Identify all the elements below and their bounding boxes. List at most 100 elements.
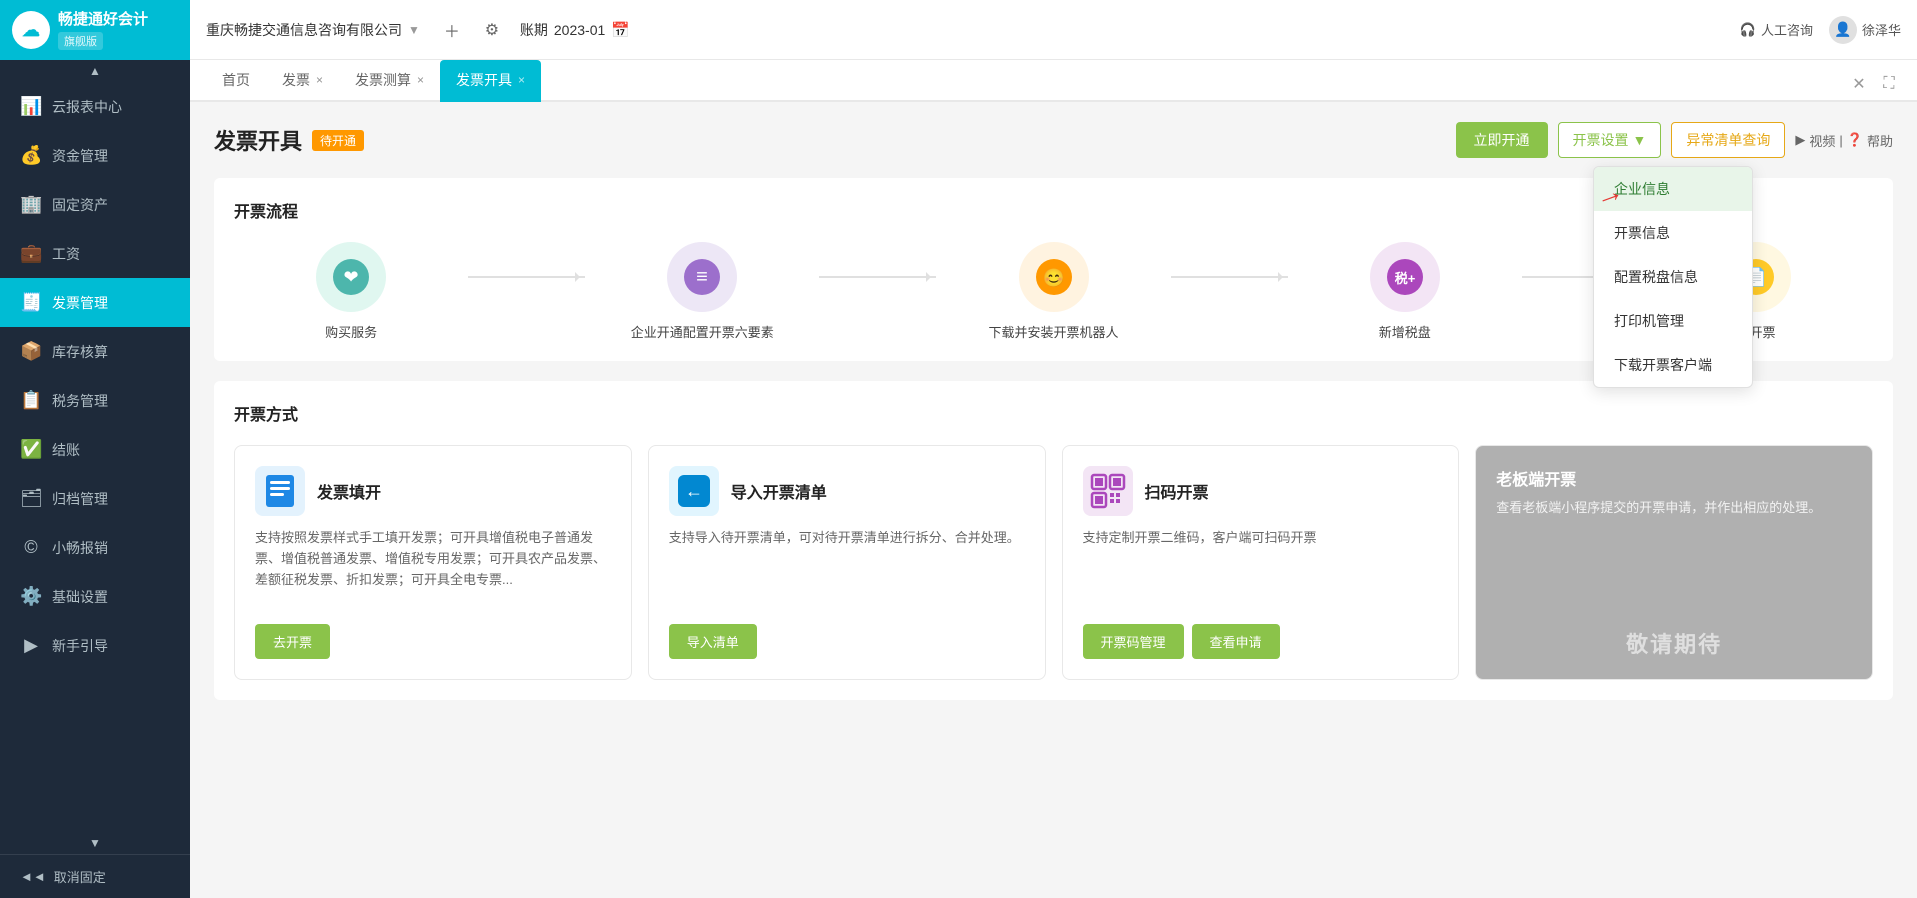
billing-card-boss-title: 老板端开票 [1496, 466, 1852, 490]
billing-card-scan-footer: 开票码管理 查看申请 [1083, 624, 1439, 659]
sidebar-item-yunbao[interactable]: 📊 云报表中心 [0, 82, 190, 131]
tab-fapiaokaiju[interactable]: 发票开具 × [440, 60, 541, 102]
scan-view-apply-button[interactable]: 查看申请 [1192, 624, 1280, 659]
dropdown-item-peizhi-shuipan[interactable]: 配置税盘信息 [1594, 255, 1752, 299]
sidebar-scroll-up[interactable]: ▲ [0, 60, 190, 82]
main-area: 重庆畅捷交通信息咨询有限公司 ▼ ＋ ⚙ 账期 2023-01 📅 🎧 人工咨询… [190, 0, 1917, 898]
dropdown-item-dayin-guanli[interactable]: 打印机管理 [1594, 299, 1752, 343]
exception-button-label: 异常清单查询 [1686, 130, 1770, 150]
logo-text-block: 畅捷通好会计 旗舰版 [58, 10, 148, 50]
username-text: 徐泽华 [1862, 20, 1901, 39]
tab-fapiaokaiju-close[interactable]: × [518, 73, 525, 87]
tab-home-label: 首页 [222, 70, 250, 90]
company-name: 重庆畅捷交通信息咨询有限公司 [206, 20, 402, 40]
tab-fapiaocesuan-close[interactable]: × [417, 73, 424, 87]
topbar-actions: ＋ ⚙ [436, 14, 508, 46]
video-help-button[interactable]: ▶ 视频 | ❓ 帮助 [1795, 131, 1893, 150]
logo-edition: 旗舰版 [58, 32, 103, 50]
page-title-row: 发票开具 待开通 [214, 124, 364, 156]
billing-card-manual-header: 发票填开 [255, 466, 611, 516]
tab-fapiao-close[interactable]: × [316, 73, 323, 87]
billing-card-manual: 发票填开 支持按照发票样式手工填开发票；可开具增值税电子普通发票、增值税普通发票… [234, 445, 632, 680]
sidebar-item-xiaochang-label: 小畅报销 [52, 538, 108, 558]
scan-code-manage-button[interactable]: 开票码管理 [1083, 624, 1184, 659]
tab-home[interactable]: 首页 [206, 60, 266, 102]
sidebar-item-xiaochang[interactable]: © 小畅报销 [0, 523, 190, 572]
page-header: 发票开具 待开通 立即开通 开票设置 ▼ 异常清单查询 ▶ 视频 | ❓ 帮助 [214, 122, 1893, 158]
flow-step-buy: ❤ 购买服务 [234, 242, 468, 341]
topbar-right: 🎧 人工咨询 👤 徐泽华 [1740, 16, 1901, 44]
accounting-period: 账期 2023-01 📅 [520, 20, 630, 40]
sidebar-item-yunbao-label: 云报表中心 [52, 97, 122, 117]
billing-card-boss-overlay: 敬请期待 [1476, 627, 1872, 659]
flow-step-taxdisk: 税+ 新增税盘 [1288, 242, 1522, 341]
company-dropdown-icon: ▼ [408, 23, 420, 37]
sidebar-nav: 📊 云报表中心 💰 资金管理 🏢 固定资产 💼 工资 🧾 发票管理 📦 库存核算… [0, 82, 190, 832]
settings-button-label: 开票设置 [1573, 130, 1629, 150]
sidebar-item-guidang[interactable]: 🗂 归档管理 [0, 474, 190, 523]
settings-dropdown-icon: ▼ [1633, 132, 1647, 148]
tab-fapiao[interactable]: 发票 × [266, 60, 339, 102]
billing-card-scan-desc: 支持定制开票二维码，客户端可扫码开票 [1083, 528, 1439, 608]
activate-button[interactable]: 立即开通 [1456, 122, 1548, 158]
sidebar-item-xinshou[interactable]: ▶ 新手引导 [0, 621, 190, 670]
service-label: 人工咨询 [1761, 20, 1813, 39]
headset-icon: 🎧 [1740, 22, 1756, 38]
billing-card-scan-icon [1083, 466, 1133, 516]
tab-fapiaocesuan-label: 发票测算 [355, 70, 411, 90]
sidebar-item-jiezhang[interactable]: ✅ 结账 [0, 425, 190, 474]
cancel-pin-icon: ◄◄ [20, 869, 46, 884]
tabbar: 首页 发票 × 发票测算 × 发票开具 × ✕ ⛶ [190, 60, 1917, 102]
sidebar-item-fapiao[interactable]: 🧾 发票管理 [0, 278, 190, 327]
xinshou-icon: ▶ [20, 635, 42, 656]
svg-text:←: ← [685, 481, 703, 501]
flow-step-config-label: 企业开通配置开票六要素 [631, 322, 774, 341]
zijin-icon: 💰 [20, 145, 42, 166]
sidebar-item-gongzi[interactable]: 💼 工资 [0, 229, 190, 278]
period-label: 账期 [520, 20, 548, 40]
settings-icon-button[interactable]: ⚙ [476, 14, 508, 46]
sidebar-item-gudingzichan-label: 固定资产 [52, 195, 108, 215]
guidang-icon: 🗂 [20, 488, 42, 509]
company-selector[interactable]: 重庆畅捷交通信息咨询有限公司 ▼ [206, 20, 420, 40]
settings-button[interactable]: 开票设置 ▼ [1558, 122, 1662, 158]
sidebar-scroll-down[interactable]: ▼ [0, 832, 190, 854]
billing-section-title: 开票方式 [234, 401, 1873, 425]
jiezhang-icon: ✅ [20, 439, 42, 460]
sidebar-item-xinshou-label: 新手引导 [52, 636, 108, 656]
billing-card-import-header: ← 导入开票清单 [669, 466, 1025, 516]
import-list-button[interactable]: 导入清单 [669, 624, 757, 659]
billing-card-import-footer: 导入清单 [669, 624, 1025, 659]
tab-fapiao-label: 发票 [282, 70, 310, 90]
window-close-button[interactable]: ✕ [1847, 72, 1871, 96]
dropdown-item-xiazai-kehu[interactable]: 下载开票客户端 [1594, 343, 1752, 387]
billing-methods-grid: 发票填开 支持按照发票样式手工填开发票；可开具增值税电子普通发票、增值税普通发票… [234, 445, 1873, 680]
sidebar-cancel-pin[interactable]: ◄◄ 取消固定 [0, 855, 190, 898]
user-name-button[interactable]: 👤 徐泽华 [1829, 16, 1901, 44]
sidebar-item-shuiwu[interactable]: 📋 税务管理 [0, 376, 190, 425]
sidebar-item-kucun[interactable]: 📦 库存核算 [0, 327, 190, 376]
add-tab-button[interactable]: ＋ [436, 14, 468, 46]
sidebar: ☁ 畅捷通好会计 旗舰版 ▲ 📊 云报表中心 💰 资金管理 🏢 固定资产 💼 工… [0, 0, 190, 898]
sidebar-item-gudingzichan[interactable]: 🏢 固定资产 [0, 180, 190, 229]
status-badge: 待开通 [312, 130, 364, 151]
sidebar-item-zijin[interactable]: 💰 资金管理 [0, 131, 190, 180]
flow-step-buy-label: 购买服务 [325, 322, 377, 341]
svg-text:税+: 税+ [1394, 271, 1415, 286]
tab-fapiaocesuan[interactable]: 发票测算 × [339, 60, 440, 102]
svg-text:❤: ❤ [344, 267, 359, 287]
sidebar-bottom: ◄◄ 取消固定 [0, 854, 190, 898]
user-service-button[interactable]: 🎧 人工咨询 [1740, 20, 1813, 39]
window-maximize-button[interactable]: ⛶ [1877, 72, 1901, 96]
sidebar-item-jiezhang-label: 结账 [52, 440, 80, 460]
billing-card-boss-desc: 查看老板端小程序提交的开票申请，并作出相应的处理。 [1496, 498, 1852, 519]
flow-connector-1 [468, 276, 585, 278]
sidebar-item-jichushezhi[interactable]: ⚙️ 基础设置 [0, 572, 190, 621]
billing-card-import-icon: ← [669, 466, 719, 516]
help-label: 帮助 [1867, 131, 1893, 150]
manual-invoice-button[interactable]: 去开票 [255, 624, 330, 659]
topbar: 重庆畅捷交通信息咨询有限公司 ▼ ＋ ⚙ 账期 2023-01 📅 🎧 人工咨询… [190, 0, 1917, 60]
dropdown-item-kaipiao-info[interactable]: 开票信息 [1594, 211, 1752, 255]
exception-button[interactable]: 异常清单查询 [1671, 122, 1785, 158]
fapiao-icon: 🧾 [20, 292, 42, 313]
